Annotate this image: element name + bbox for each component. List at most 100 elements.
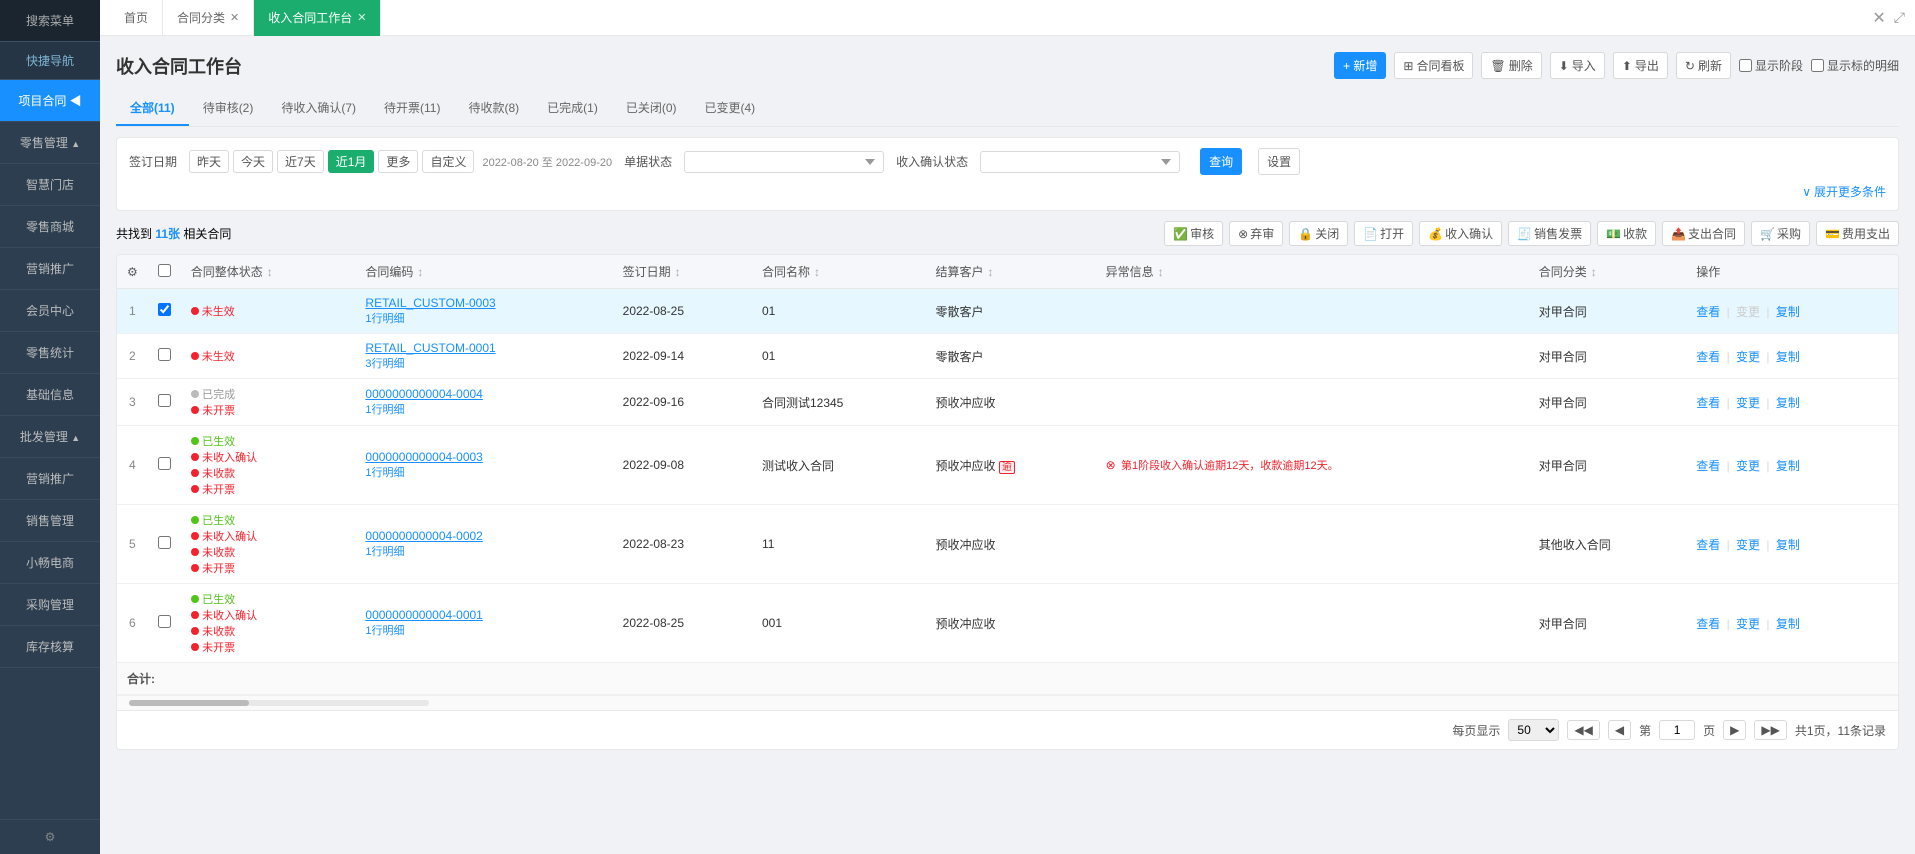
close-contract-button[interactable]: 🔒 关闭 — [1289, 221, 1348, 246]
prev-page-btn[interactable]: ◀ — [1608, 720, 1631, 740]
refresh-button[interactable]: ↻ 刷新 — [1676, 52, 1731, 79]
change-btn[interactable]: 变更 — [1736, 459, 1760, 473]
export-button[interactable]: ⬆ 导出 — [1613, 52, 1668, 79]
window-close-icon[interactable]: ✕ — [1872, 8, 1885, 28]
select-all-checkbox[interactable] — [158, 264, 171, 277]
row-checkbox[interactable] — [148, 289, 181, 334]
date-btn-custom[interactable]: 自定义 — [422, 150, 474, 173]
th-code[interactable]: 合同编码↕ — [355, 255, 612, 289]
invoice-button[interactable]: 🧾 销售发票 — [1508, 221, 1591, 246]
page-input[interactable] — [1659, 720, 1695, 740]
sidebar-item-project[interactable]: 项目合同 ◀ — [0, 80, 100, 122]
first-page-btn[interactable]: ◀◀ — [1567, 720, 1599, 740]
row-checkbox[interactable] — [148, 505, 181, 584]
import-button[interactable]: ⬇ 导入 — [1550, 52, 1605, 79]
date-btn-1month[interactable]: 近1月 — [328, 150, 375, 173]
th-name[interactable]: 合同名称↕ — [752, 255, 926, 289]
copy-btn[interactable]: 复制 — [1776, 396, 1800, 410]
sidebar-settings[interactable]: ⚙ — [0, 819, 100, 854]
th-abnormal[interactable]: 异常信息↕ — [1096, 255, 1529, 289]
view-btn[interactable]: 查看 — [1696, 459, 1720, 473]
sidebar-item-marketing[interactable]: 营销推广 — [0, 248, 100, 290]
contract-link[interactable]: 0000000000004-0004 — [365, 387, 482, 401]
sidebar-item-basic-info[interactable]: 基础信息 — [0, 374, 100, 416]
fee-button[interactable]: 💳 费用支出 — [1816, 221, 1899, 246]
expense-button[interactable]: 📤 支出合同 — [1662, 221, 1745, 246]
date-btn-more[interactable]: 更多 — [378, 150, 418, 173]
th-status[interactable]: 合同整体状态↕ — [181, 255, 356, 289]
purchase-button[interactable]: 🛒 采购 — [1751, 221, 1810, 246]
change-btn[interactable]: 变更 — [1736, 350, 1760, 364]
copy-btn[interactable]: 复制 — [1776, 617, 1800, 631]
view-btn[interactable]: 查看 — [1696, 305, 1720, 319]
sub-tab-done[interactable]: 已完成(1) — [533, 91, 612, 126]
copy-btn[interactable]: 复制 — [1776, 538, 1800, 552]
sub-tab-pending-confirm[interactable]: 待收入确认(7) — [267, 91, 370, 126]
sidebar-item-marketing2[interactable]: 营销推广 — [0, 458, 100, 500]
sidebar-quick-nav[interactable]: 快捷导航 — [0, 42, 100, 80]
sidebar-item-ecommerce[interactable]: 零售商城 — [0, 206, 100, 248]
tab-income-workbench-close[interactable]: ✕ — [357, 11, 366, 24]
tab-contract-type-close[interactable]: ✕ — [230, 11, 239, 24]
panel-button[interactable]: ⊞ 合同看板 — [1394, 52, 1473, 79]
date-btn-7days[interactable]: 近7天 — [277, 150, 324, 173]
view-btn[interactable]: 查看 — [1696, 538, 1720, 552]
th-settings[interactable]: ⚙ — [117, 255, 148, 289]
last-page-btn[interactable]: ▶▶ — [1754, 720, 1786, 740]
th-customer[interactable]: 结算客户↕ — [926, 255, 1096, 289]
abandon-button[interactable]: ⊗ 弃审 — [1229, 221, 1283, 246]
copy-btn[interactable]: 复制 — [1776, 350, 1800, 364]
search-button[interactable]: 查询 — [1200, 148, 1242, 175]
sub-tab-pending-collect[interactable]: 待收款(8) — [454, 91, 533, 126]
sidebar-item-retail[interactable]: 零售管理 ▲ — [0, 122, 100, 164]
change-btn[interactable]: 变更 — [1736, 617, 1760, 631]
sub-tab-closed[interactable]: 已关闭(0) — [612, 91, 691, 126]
delete-button[interactable]: 🗑 删除 — [1481, 52, 1541, 79]
change-btn[interactable]: 变更 — [1736, 305, 1760, 319]
th-category[interactable]: 合同分类↕ — [1529, 255, 1687, 289]
doc-status-select[interactable] — [684, 151, 884, 173]
sidebar-item-inventory[interactable]: 库存核算 — [0, 626, 100, 668]
show-segments-checkbox[interactable]: 显示阶段 — [1739, 57, 1803, 74]
change-btn[interactable]: 变更 — [1736, 396, 1760, 410]
sidebar-item-member[interactable]: 会员中心 — [0, 290, 100, 332]
tab-home[interactable]: 首页 — [110, 0, 163, 36]
income-confirm-button[interactable]: 💰 收入确认 — [1419, 221, 1502, 246]
sidebar-item-wholesale[interactable]: 批发管理 ▲ — [0, 416, 100, 458]
sidebar-item-smart-store[interactable]: 智慧门店 — [0, 164, 100, 206]
tab-contract-type[interactable]: 合同分类 ✕ — [163, 0, 254, 36]
per-page-select[interactable]: 50 100 — [1508, 719, 1559, 741]
settings-button[interactable]: 设置 — [1258, 148, 1300, 175]
row-checkbox[interactable] — [148, 379, 181, 426]
sub-tab-pending-invoice[interactable]: 待开票(11) — [370, 91, 454, 126]
sub-tab-pending[interactable]: 待审核(2) — [189, 91, 268, 126]
contract-link[interactable]: 0000000000004-0002 — [365, 529, 482, 543]
next-page-btn[interactable]: ▶ — [1723, 720, 1746, 740]
audit-button[interactable]: ✅ 审核 — [1164, 221, 1223, 246]
open-contract-button[interactable]: 📄 打开 — [1354, 221, 1413, 246]
date-btn-yesterday[interactable]: 昨天 — [189, 150, 229, 173]
row-checkbox[interactable] — [148, 426, 181, 505]
view-btn[interactable]: 查看 — [1696, 617, 1720, 631]
sidebar-item-xiaochang[interactable]: 小畅电商 — [0, 542, 100, 584]
sidebar-item-sales[interactable]: 销售管理 — [0, 500, 100, 542]
sub-tab-changed[interactable]: 已变更(4) — [691, 91, 770, 126]
date-btn-today[interactable]: 今天 — [233, 150, 273, 173]
view-btn[interactable]: 查看 — [1696, 350, 1720, 364]
show-details-checkbox[interactable]: 显示标的明细 — [1811, 57, 1899, 74]
row-checkbox[interactable] — [148, 584, 181, 663]
change-btn[interactable]: 变更 — [1736, 538, 1760, 552]
row-checkbox[interactable] — [148, 334, 181, 379]
window-expand-icon[interactable]: ⤢ — [1894, 9, 1905, 26]
contract-link[interactable]: RETAIL_CUSTOM-0001 — [365, 341, 495, 355]
contract-link[interactable]: RETAIL_CUSTOM-0003 — [365, 296, 495, 310]
contract-link[interactable]: 0000000000004-0003 — [365, 450, 482, 464]
sidebar-item-retail-stats[interactable]: 零售统计 — [0, 332, 100, 374]
copy-btn[interactable]: 复制 — [1776, 459, 1800, 473]
sidebar-item-purchase[interactable]: 采购管理 — [0, 584, 100, 626]
copy-btn[interactable]: 复制 — [1776, 305, 1800, 319]
view-btn[interactable]: 查看 — [1696, 396, 1720, 410]
sidebar-search[interactable]: 搜索菜单 — [0, 0, 100, 42]
contract-link[interactable]: 0000000000004-0001 — [365, 608, 482, 622]
th-date[interactable]: 签订日期↕ — [613, 255, 752, 289]
